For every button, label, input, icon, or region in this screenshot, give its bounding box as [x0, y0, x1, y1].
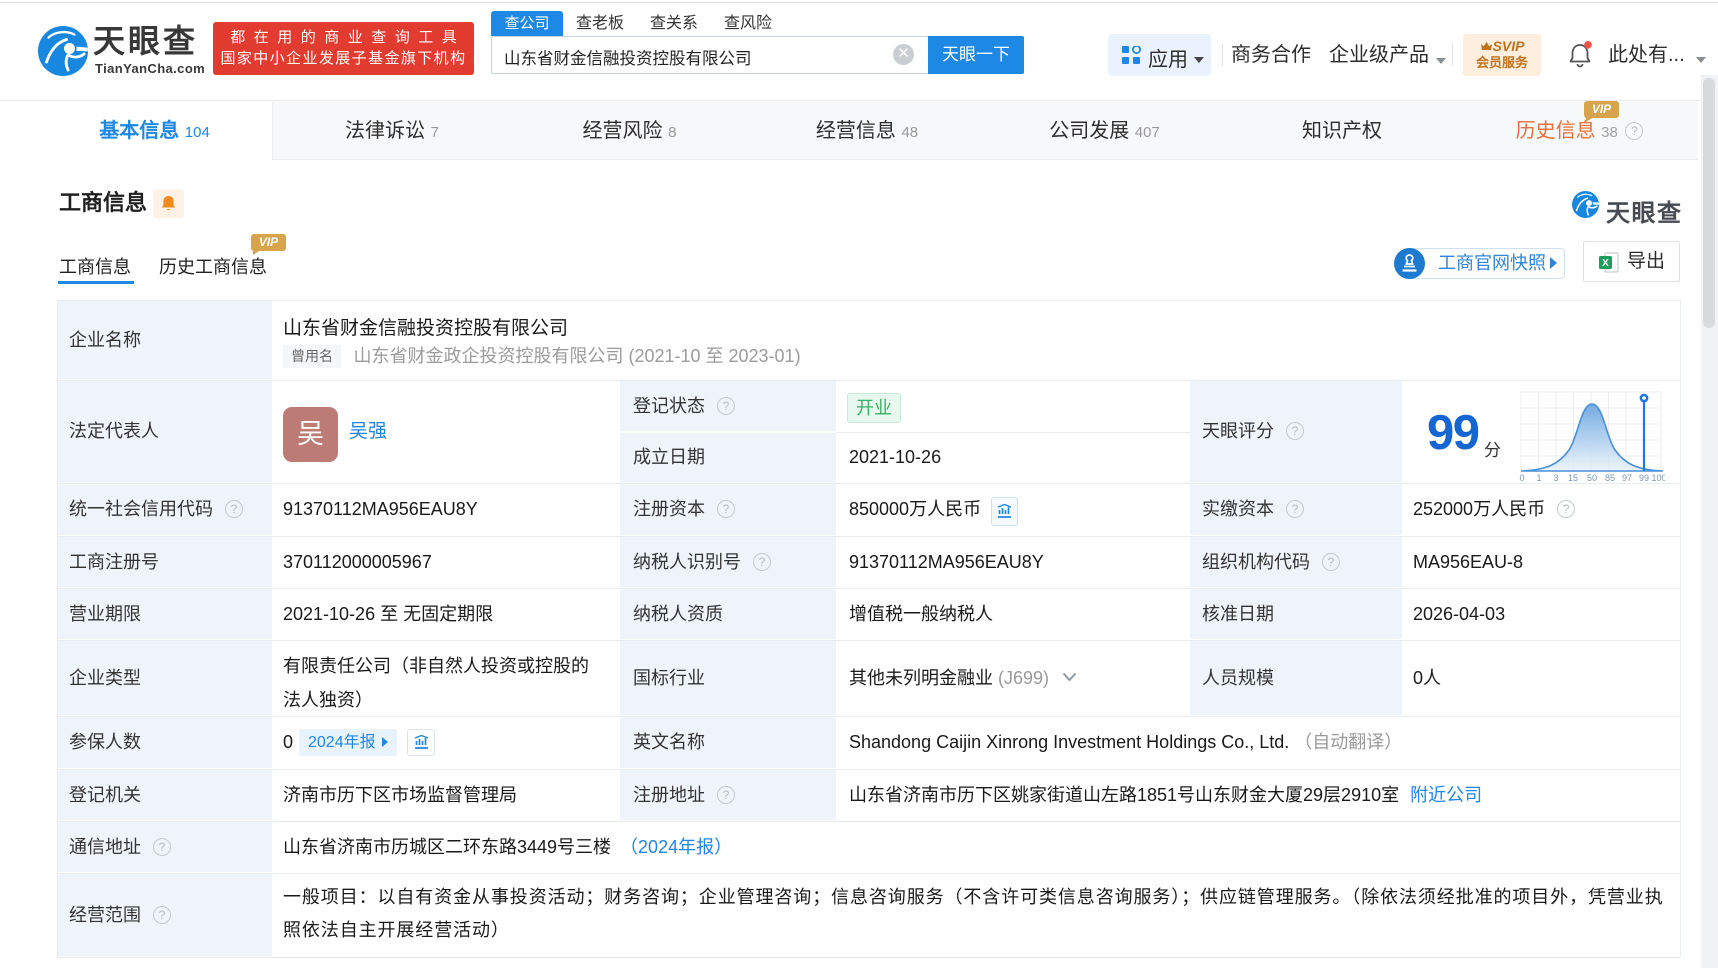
svg-text:1: 1: [1536, 473, 1541, 482]
svg-text:97: 97: [1622, 473, 1632, 482]
svg-text:85: 85: [1605, 473, 1615, 482]
svg-text:50: 50: [1587, 473, 1597, 482]
svg-text:99: 99: [1639, 473, 1649, 482]
svg-text:15: 15: [1568, 473, 1578, 482]
svg-text:X: X: [1602, 258, 1609, 269]
svg-text:0: 0: [1519, 473, 1524, 482]
svg-text:100: 100: [1651, 473, 1665, 482]
svg-text:3: 3: [1553, 473, 1558, 482]
